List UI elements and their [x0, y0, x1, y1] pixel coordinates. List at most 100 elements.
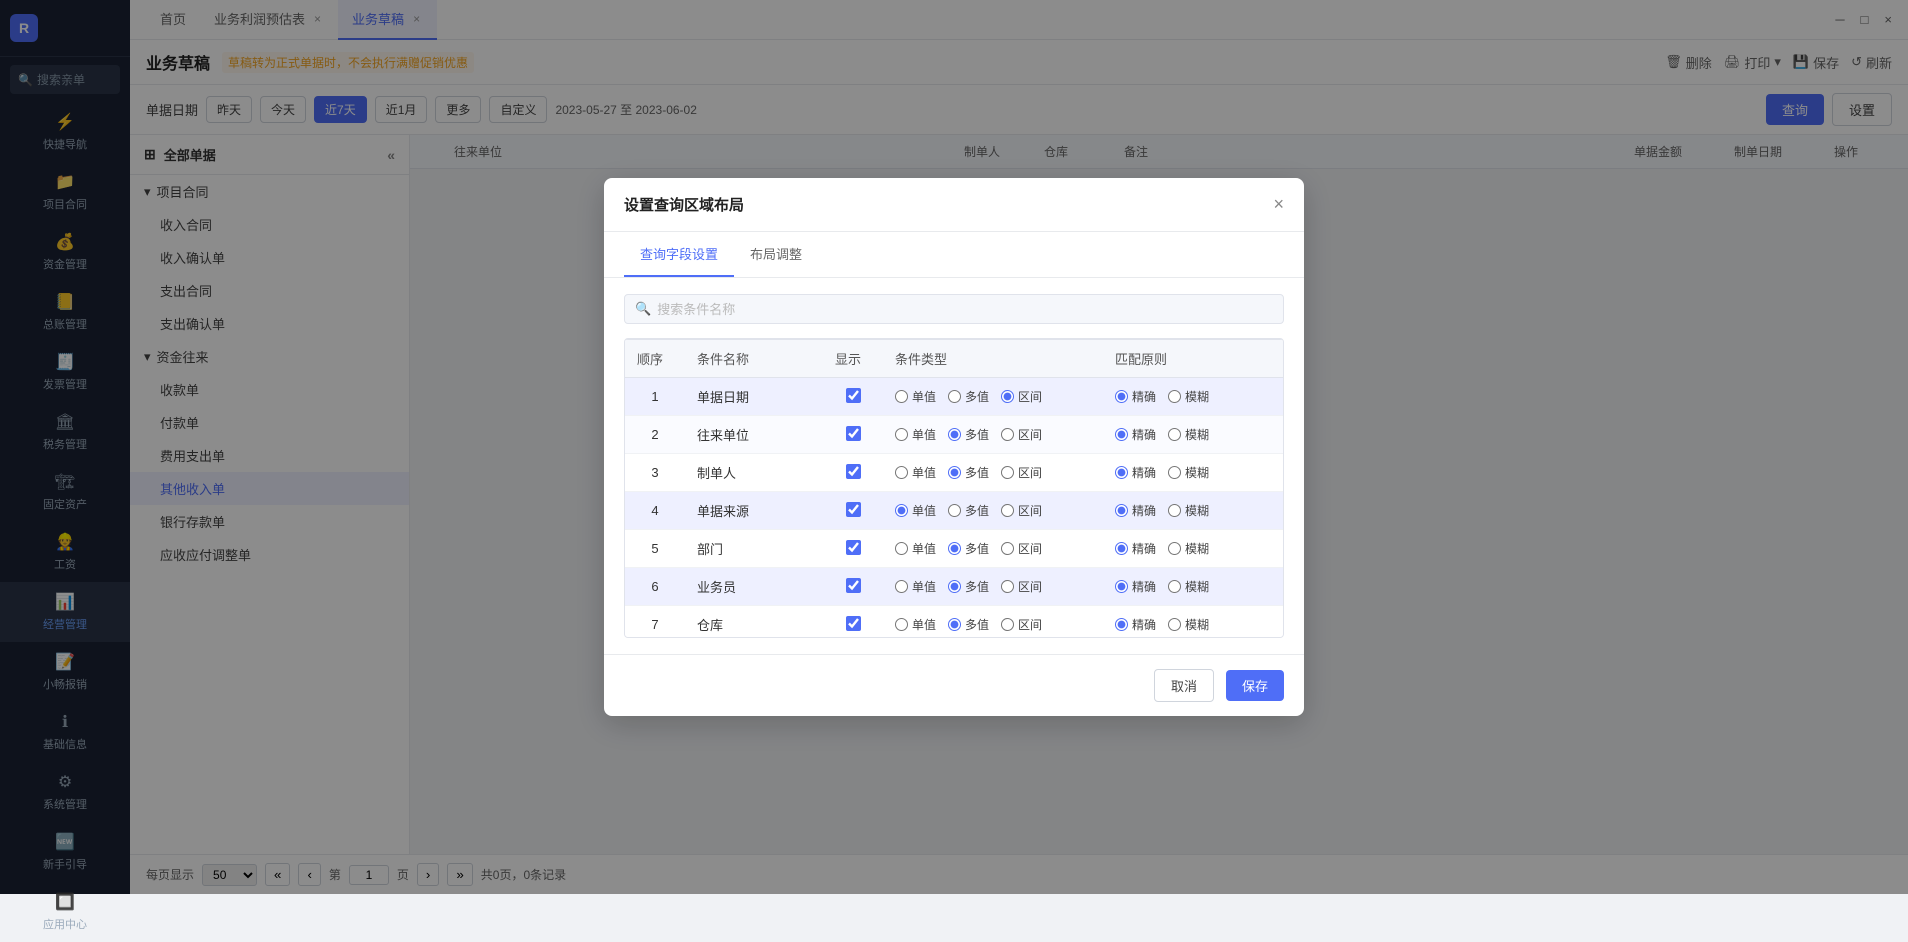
modal-search-input[interactable] [657, 302, 857, 317]
type-multi-radio[interactable] [948, 504, 961, 517]
match-fuzzy-radio[interactable] [1168, 466, 1181, 479]
row-order: 2 [625, 416, 685, 454]
type-single-radio[interactable] [895, 504, 908, 517]
row-display[interactable] [823, 416, 883, 454]
row-order: 7 [625, 606, 685, 639]
match-exact-radio[interactable] [1115, 580, 1128, 593]
row-display[interactable] [823, 530, 883, 568]
match-fuzzy-radio[interactable] [1168, 618, 1181, 631]
display-checkbox[interactable] [846, 464, 861, 479]
modal-search-icon: 🔍 [635, 301, 651, 317]
type-single-radio[interactable] [895, 580, 908, 593]
type-single-radio[interactable] [895, 542, 908, 555]
row-order: 5 [625, 530, 685, 568]
row-type: 单值 多值 区间 [883, 378, 1103, 416]
type-multi-radio[interactable] [948, 618, 961, 631]
match-exact-radio[interactable] [1115, 618, 1128, 631]
row-type: 单值 多值 区间 [883, 568, 1103, 606]
row-type: 单值 多值 区间 [883, 416, 1103, 454]
type-range-radio[interactable] [1001, 390, 1014, 403]
match-fuzzy-radio[interactable] [1168, 390, 1181, 403]
match-fuzzy-radio[interactable] [1168, 542, 1181, 555]
modal-search-bar: 🔍 [624, 294, 1284, 324]
row-match: 精确 模糊 [1103, 606, 1283, 639]
row-name: 制单人 [685, 454, 823, 492]
type-range-radio[interactable] [1001, 542, 1014, 555]
row-type: 单值 多值 区间 [883, 454, 1103, 492]
type-single-radio[interactable] [895, 428, 908, 441]
modal-dialog: 设置查询区域布局 × 查询字段设置 布局调整 🔍 顺序 条件 [604, 178, 1304, 716]
display-checkbox[interactable] [846, 388, 861, 403]
row-match: 精确 模糊 [1103, 568, 1283, 606]
row-type: 单值 多值 区间 [883, 530, 1103, 568]
sidebar-label-app-center: 应用中心 [43, 916, 87, 932]
type-single-radio[interactable] [895, 618, 908, 631]
row-name: 部门 [685, 530, 823, 568]
match-exact-radio[interactable] [1115, 504, 1128, 517]
match-fuzzy-radio[interactable] [1168, 580, 1181, 593]
modal-tab-layout[interactable]: 布局调整 [734, 232, 818, 277]
row-match: 精确 模糊 [1103, 378, 1283, 416]
row-match: 精确 模糊 [1103, 416, 1283, 454]
modal-tab-field-settings[interactable]: 查询字段设置 [624, 232, 734, 277]
row-display[interactable] [823, 378, 883, 416]
modal-table-container: 顺序 条件名称 显示 条件类型 匹配原则 1 单据日期 [624, 338, 1284, 638]
modal-cancel-button[interactable]: 取消 [1154, 669, 1214, 702]
row-name: 单据日期 [685, 378, 823, 416]
row-type: 单值 多值 区间 [883, 492, 1103, 530]
type-multi-radio[interactable] [948, 428, 961, 441]
row-display[interactable] [823, 568, 883, 606]
row-name: 单据来源 [685, 492, 823, 530]
type-range-radio[interactable] [1001, 504, 1014, 517]
modal-title: 设置查询区域布局 [624, 194, 744, 215]
row-order: 3 [625, 454, 685, 492]
type-multi-radio[interactable] [948, 542, 961, 555]
modal-table: 顺序 条件名称 显示 条件类型 匹配原则 1 单据日期 [625, 339, 1283, 638]
type-multi-radio[interactable] [948, 390, 961, 403]
row-order: 4 [625, 492, 685, 530]
col-order: 顺序 [625, 340, 685, 378]
row-order: 1 [625, 378, 685, 416]
type-range-radio[interactable] [1001, 580, 1014, 593]
display-checkbox[interactable] [846, 616, 861, 631]
display-checkbox[interactable] [846, 578, 861, 593]
match-exact-radio[interactable] [1115, 542, 1128, 555]
match-fuzzy-radio[interactable] [1168, 428, 1181, 441]
type-single-radio[interactable] [895, 466, 908, 479]
row-display[interactable] [823, 454, 883, 492]
type-range-radio[interactable] [1001, 428, 1014, 441]
type-single-radio[interactable] [895, 390, 908, 403]
row-display[interactable] [823, 492, 883, 530]
col-match: 匹配原则 [1103, 340, 1283, 378]
col-type: 条件类型 [883, 340, 1103, 378]
modal-header: 设置查询区域布局 × [604, 178, 1304, 232]
row-display[interactable] [823, 606, 883, 639]
type-range-radio[interactable] [1001, 466, 1014, 479]
row-name: 业务员 [685, 568, 823, 606]
match-exact-radio[interactable] [1115, 390, 1128, 403]
match-exact-radio[interactable] [1115, 466, 1128, 479]
modal-close-button[interactable]: × [1273, 194, 1284, 215]
col-display: 显示 [823, 340, 883, 378]
modal-body: 🔍 顺序 条件名称 显示 条件类型 匹配原则 [604, 278, 1304, 654]
modal-tab-bar: 查询字段设置 布局调整 [604, 232, 1304, 278]
row-match: 精确 模糊 [1103, 530, 1283, 568]
display-checkbox[interactable] [846, 502, 861, 517]
row-match: 精确 模糊 [1103, 454, 1283, 492]
match-exact-radio[interactable] [1115, 428, 1128, 441]
type-multi-radio[interactable] [948, 580, 961, 593]
match-fuzzy-radio[interactable] [1168, 504, 1181, 517]
modal-overlay: 设置查询区域布局 × 查询字段设置 布局调整 🔍 顺序 条件 [0, 0, 1908, 894]
col-name: 条件名称 [685, 340, 823, 378]
modal-save-button[interactable]: 保存 [1226, 670, 1284, 701]
display-checkbox[interactable] [846, 426, 861, 441]
row-order: 6 [625, 568, 685, 606]
row-match: 精确 模糊 [1103, 492, 1283, 530]
modal-footer: 取消 保存 [604, 654, 1304, 716]
row-name: 仓库 [685, 606, 823, 639]
type-multi-radio[interactable] [948, 466, 961, 479]
type-range-radio[interactable] [1001, 618, 1014, 631]
row-name: 往来单位 [685, 416, 823, 454]
display-checkbox[interactable] [846, 540, 861, 555]
app-center-icon: 🔲 [55, 892, 75, 912]
